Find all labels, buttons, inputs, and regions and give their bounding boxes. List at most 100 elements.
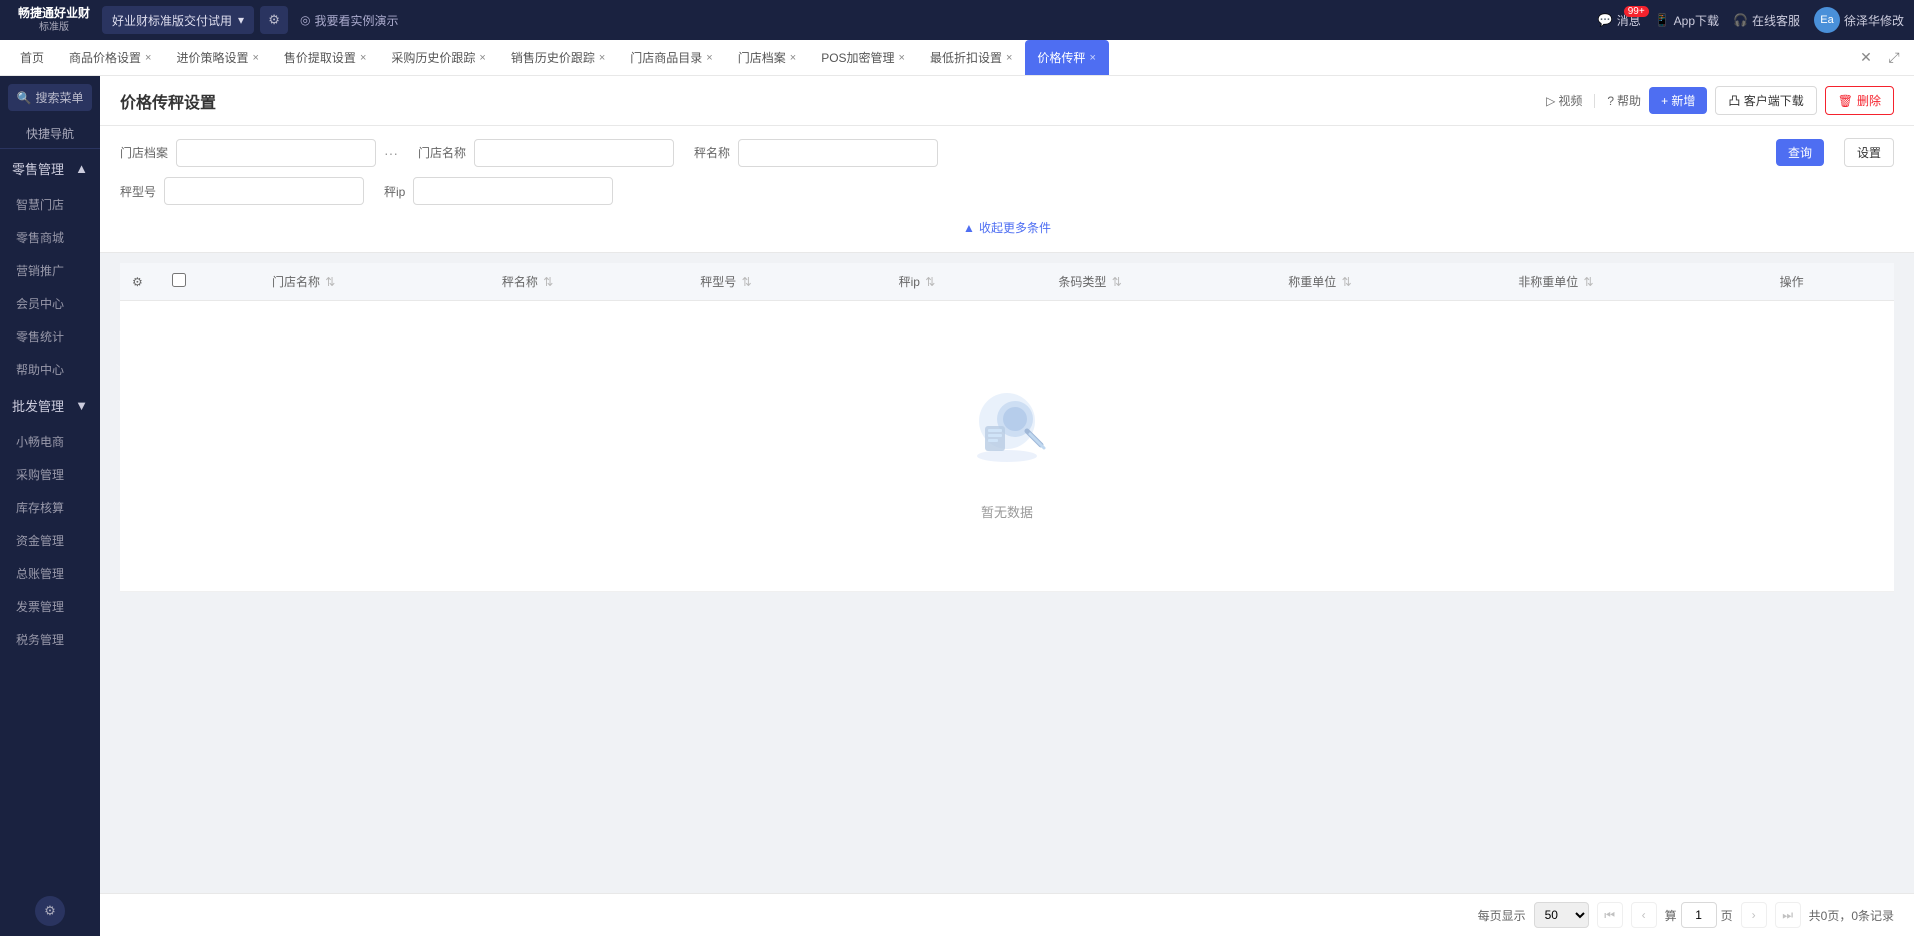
headset-icon: 🎧 <box>1733 13 1748 27</box>
tab-purchase-strategy[interactable]: 进价策略设置 × <box>164 40 271 76</box>
more-options-btn[interactable]: ··· <box>384 145 398 161</box>
th-store-name: 门店名称 ⇅ <box>260 263 490 301</box>
sidebar-item-finance[interactable]: 资金管理 <box>0 524 100 557</box>
sidebar-item-wholesale-label: 批发管理 <box>12 396 64 415</box>
sidebar-item-marketing[interactable]: 营销推广 <box>0 254 100 287</box>
filter-scale-model: 秤型号 <box>120 177 364 205</box>
set-btn[interactable]: 设置 <box>1844 138 1894 167</box>
close-icon[interactable]: × <box>360 52 366 64</box>
tab-price-scale[interactable]: 价格传秤 × <box>1025 40 1108 76</box>
demo-button[interactable]: ◎ 我要看实例演示 <box>300 12 399 29</box>
sidebar-item-purchase[interactable]: 采购管理 <box>0 458 100 491</box>
sidebar-item-inventory[interactable]: 库存核算 <box>0 491 100 524</box>
tab-store-profile[interactable]: 门店档案 × <box>726 40 809 76</box>
filter-store-name: 门店名称 <box>418 139 674 167</box>
close-icon[interactable]: × <box>599 52 605 64</box>
add-btn[interactable]: + 新增 <box>1649 87 1707 114</box>
select-all-checkbox[interactable] <box>172 273 186 287</box>
video-link[interactable]: ▷ 视频 <box>1546 92 1582 109</box>
scale-model-input[interactable] <box>164 177 364 205</box>
sidebar-item-member[interactable]: 会员中心 <box>0 287 100 320</box>
filter-store-file: 门店档案 ··· <box>120 139 398 167</box>
close-tab-btn[interactable]: ✕ <box>1854 46 1878 70</box>
gear-icon: ⚙ <box>268 12 280 28</box>
video-label: 视频 <box>1558 92 1582 109</box>
empty-cell: 暂无数据 <box>120 301 1894 592</box>
page-input[interactable] <box>1681 902 1717 928</box>
delete-btn[interactable]: 🗑 删除 <box>1825 86 1894 115</box>
maximize-btn[interactable]: ⤢ <box>1882 46 1906 70</box>
tab-min-discount[interactable]: 最低折扣设置 × <box>918 40 1025 76</box>
next-page-btn[interactable]: › <box>1741 902 1767 928</box>
tab-purchase-history[interactable]: 采购历史价跟踪 × <box>379 40 498 76</box>
sidebar-search-area: 🔍 搜索菜单 <box>0 76 100 119</box>
close-icon[interactable]: × <box>145 52 151 64</box>
download-label: 凸 客户端下载 <box>1728 92 1803 109</box>
close-icon[interactable]: × <box>252 52 258 64</box>
close-icon[interactable]: × <box>1089 52 1095 64</box>
user-menu[interactable]: Ea 徐泽华修改 <box>1814 7 1904 33</box>
collapse-filter-btn[interactable]: ▲ 收起更多条件 <box>120 215 1894 240</box>
search-menu-btn[interactable]: 🔍 搜索菜单 <box>8 84 92 111</box>
prev-page-btn[interactable]: ‹ <box>1631 902 1657 928</box>
tab-sale-history[interactable]: 销售历史价跟踪 × <box>499 40 618 76</box>
quick-nav-btn[interactable]: 快捷导航 <box>0 119 100 149</box>
sidebar-item-ecommerce[interactable]: 小畅电商 <box>0 425 100 458</box>
th-checkbox <box>160 263 260 301</box>
tab-price-scale-label: 价格传秤 <box>1037 49 1085 66</box>
close-icon[interactable]: × <box>790 52 796 64</box>
th-operation-label: 操作 <box>1780 275 1804 289</box>
last-page-btn[interactable]: ⏭ <box>1775 902 1801 928</box>
page-size-select[interactable]: 10 20 50 100 <box>1534 902 1589 928</box>
sidebar-item-retail-stats[interactable]: 零售统计 <box>0 320 100 353</box>
top-bar: 畅捷通好业财 标准版 好业财标准版交付试用 ▾ ⚙ ◎ 我要看实例演示 💬 消息… <box>0 0 1914 40</box>
help-link[interactable]: ? 帮助 <box>1607 92 1641 109</box>
tab-home[interactable]: 首页 <box>8 40 57 76</box>
query-btn[interactable]: 查询 <box>1776 139 1824 166</box>
close-icon[interactable]: × <box>899 52 905 64</box>
online-service-btn[interactable]: 🎧 在线客服 <box>1733 12 1800 29</box>
sidebar-item-retail[interactable]: 零售管理 ▲ <box>0 149 100 188</box>
sort-icon: ⇅ <box>1342 275 1352 289</box>
sidebar-item-ledger[interactable]: 总账管理 <box>0 557 100 590</box>
th-scale-model: 秤型号 ⇅ <box>688 263 886 301</box>
store-file-input[interactable] <box>176 139 376 167</box>
th-scale-ip: 秤ip ⇅ <box>887 263 1047 301</box>
settings-btn[interactable]: ⚙ <box>260 6 288 34</box>
page-info-prefix: 算 <box>1665 907 1677 924</box>
tab-sale-extract-label: 售价提取设置 <box>284 49 356 66</box>
sidebar-item-help[interactable]: 帮助中心 <box>0 353 100 386</box>
tab-sale-extract[interactable]: 售价提取设置 × <box>272 40 379 76</box>
message-badge: 99+ <box>1624 6 1649 17</box>
store-name-input[interactable] <box>474 139 674 167</box>
sidebar-item-help-label: 帮助中心 <box>16 363 64 377</box>
version-selector[interactable]: 好业财标准版交付试用 ▾ <box>102 6 254 34</box>
first-page-btn[interactable]: ⏮ <box>1597 902 1623 928</box>
store-file-label: 门店档案 <box>120 144 168 161</box>
sidebar-item-tax[interactable]: 税务管理 <box>0 623 100 656</box>
download-btn[interactable]: 凸 客户端下载 <box>1715 86 1816 115</box>
scale-ip-label: 秤ip <box>384 183 405 200</box>
tab-store-profile-label: 门店档案 <box>738 49 786 66</box>
tab-pos-encrypt[interactable]: POS加密管理 × <box>809 40 918 76</box>
tab-price-settings[interactable]: 商品价格设置 × <box>57 40 164 76</box>
sidebar-item-invoice[interactable]: 发票管理 <box>0 590 100 623</box>
sidebar-settings-btn[interactable]: ⚙ <box>35 896 65 926</box>
close-icon[interactable]: × <box>479 52 485 64</box>
sidebar-item-smart-store[interactable]: 智慧门店 <box>0 188 100 221</box>
sidebar-item-marketing-label: 营销推广 <box>16 264 64 278</box>
close-icon[interactable]: × <box>706 52 712 64</box>
sidebar-item-retail-mall[interactable]: 零售商城 <box>0 221 100 254</box>
sidebar-item-tax-label: 税务管理 <box>16 633 64 647</box>
sidebar-item-invoice-label: 发票管理 <box>16 600 64 614</box>
app-download-btn[interactable]: 📱 App下载 <box>1655 12 1719 29</box>
th-weight-unit: 称重单位 ⇅ <box>1276 263 1506 301</box>
column-gear-icon[interactable]: ⚙ <box>132 275 143 289</box>
close-icon[interactable]: × <box>1006 52 1012 64</box>
message-btn[interactable]: 💬 消息 99+ <box>1598 12 1641 29</box>
scale-ip-input[interactable] <box>413 177 613 205</box>
online-service-label: 在线客服 <box>1752 12 1800 29</box>
tab-store-catalog[interactable]: 门店商品目录 × <box>618 40 725 76</box>
scale-name-input[interactable] <box>738 139 938 167</box>
sidebar-item-wholesale[interactable]: 批发管理 ▼ <box>0 386 100 425</box>
